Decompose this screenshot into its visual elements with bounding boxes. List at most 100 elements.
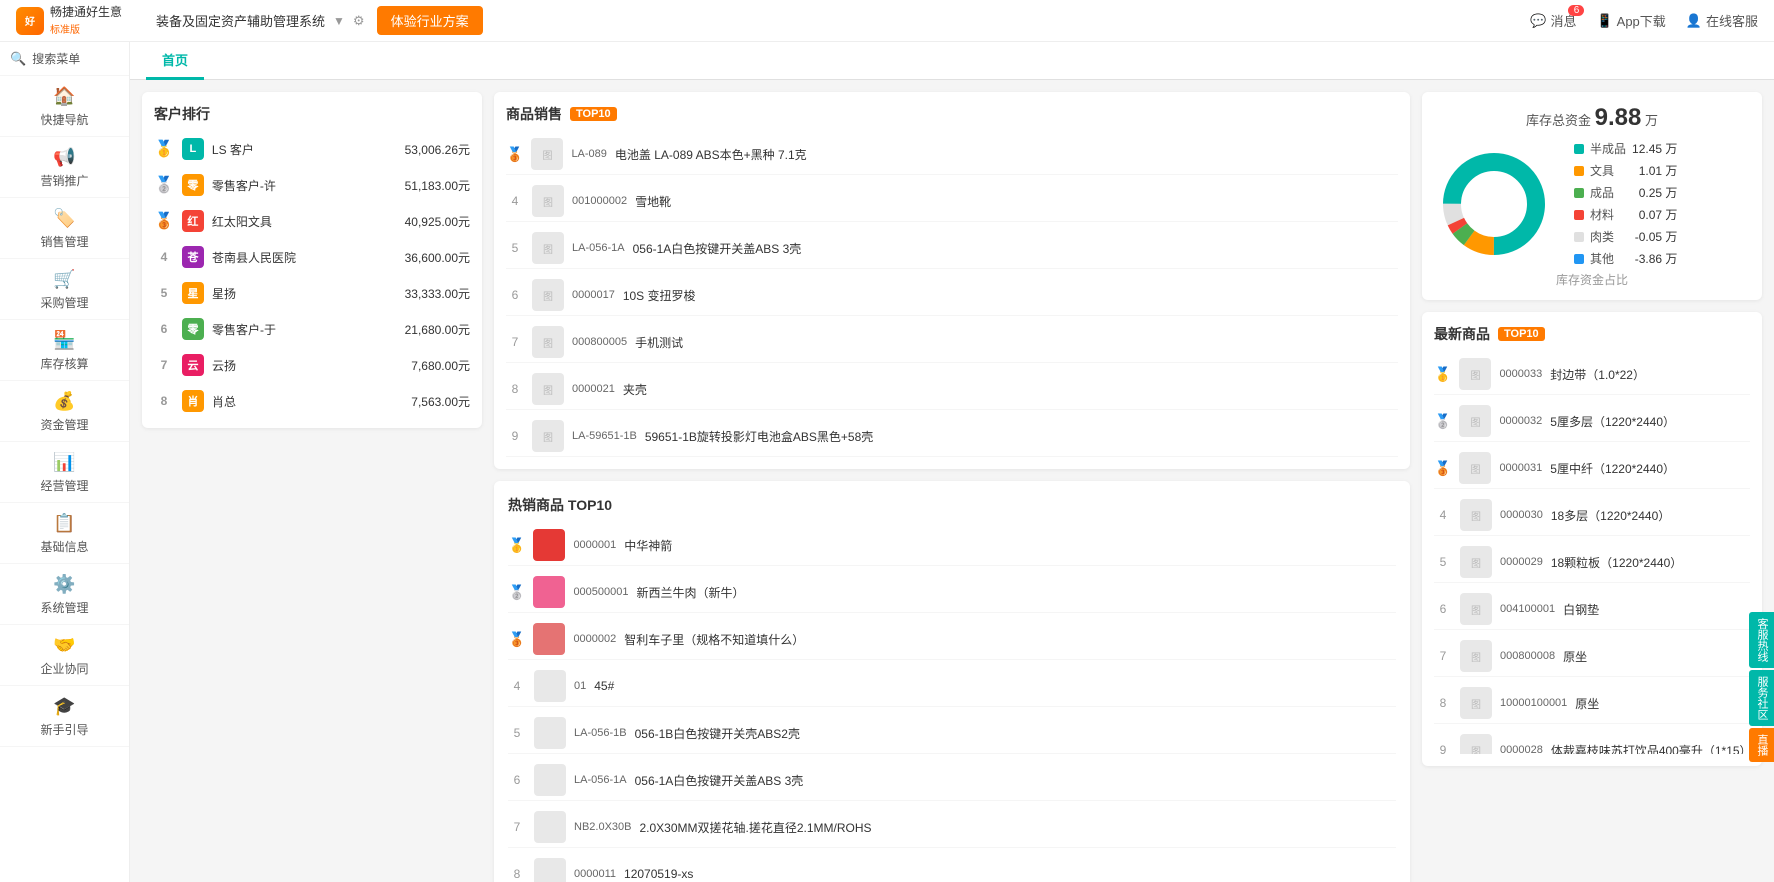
hot-product-item: 6 LA-056-1A 056-1A白色按键开关盖ABS 3壳 — [508, 760, 1396, 801]
sidebar-item-operations[interactable]: 📊 经营管理 — [0, 442, 129, 503]
sidebar-item-collab[interactable]: 🤝 企业协同 — [0, 625, 129, 686]
product-name: 18多层（1220*2440） — [1551, 507, 1750, 524]
customer-rank-item: 5 星 星扬 33,333.00元 — [154, 278, 470, 308]
product-thumb: 图 — [532, 326, 564, 358]
customer-rank-item: 8 肖 肖总 7,563.00元 — [154, 386, 470, 416]
legend-item: 材料 0.07 万 — [1574, 206, 1677, 223]
product-name: 白钢垫 — [1563, 601, 1750, 618]
service-label: 在线客服 — [1706, 11, 1758, 30]
hot-product-item: 4 01 45# — [508, 666, 1396, 707]
system-select[interactable]: 装备及固定资产辅助管理系统 ▼ — [156, 11, 345, 30]
product-thumb: 图 — [1460, 499, 1492, 531]
customer-avatar: 零 — [182, 174, 204, 196]
right-column: 库存总资金 9.88 万 — [1422, 92, 1762, 870]
sidebar-label-0: 快捷导航 — [40, 111, 88, 128]
top-sold-item: 8 图 0000021 夹壳 — [506, 369, 1398, 410]
legend-dot — [1574, 210, 1584, 220]
top-sold-item: 7 图 000800005 手机测试 — [506, 322, 1398, 363]
inventory-card: 库存总资金 9.88 万 — [1422, 92, 1762, 300]
product-thumb: 图 — [1460, 687, 1492, 719]
online-service-nav[interactable]: 👤 在线客服 — [1686, 11, 1758, 30]
sidebar-item-basic-info[interactable]: 📋 基础信息 — [0, 503, 129, 564]
system-dropdown-arrow[interactable]: ▼ — [333, 14, 345, 28]
product-thumb — [534, 811, 566, 843]
logo-area: 好 畅捷通好生意 标准版 — [16, 5, 146, 36]
product-code: LA-089 — [571, 148, 606, 160]
product-code: 01 — [574, 680, 586, 692]
product-name: 12070519-xs — [624, 867, 1396, 881]
sidebar-item-guide[interactable]: 🎓 新手引导 — [0, 686, 129, 747]
product-name: 新西兰牛肉（新牛） — [637, 584, 1397, 601]
product-thumb: 图 — [532, 420, 564, 452]
sidebar-label-2: 销售管理 — [40, 233, 88, 250]
float-btn-live[interactable]: 直播 — [1749, 728, 1774, 762]
sidebar-item-inventory[interactable]: 🏪 库存核算 — [0, 320, 129, 381]
product-thumb — [533, 623, 565, 655]
legend-value: 0.25 万 — [1639, 184, 1678, 201]
legend-name: 材料 — [1590, 206, 1633, 223]
message-nav[interactable]: 💬 消息 6 — [1530, 11, 1576, 30]
inventory-icon: 🏪 — [53, 330, 75, 351]
sidebar-item-finance[interactable]: 💰 资金管理 — [0, 381, 129, 442]
sidebar-label-9: 企业协同 — [40, 660, 88, 677]
logo-subtitle: 标准版 — [50, 21, 122, 36]
tab-home[interactable]: 首页 — [146, 42, 204, 80]
legend-value: -3.86 万 — [1635, 250, 1678, 267]
sidebar-label-3: 采购管理 — [40, 294, 88, 311]
customer-avatar: 云 — [182, 354, 204, 376]
main-layout: 🔍 搜索菜单 🏠 快捷导航 📢 营销推广 🏷️ 销售管理 🛒 采购管理 🏪 库存… — [0, 42, 1774, 882]
sidebar-label-10: 新手引导 — [40, 721, 88, 738]
legend-name: 文具 — [1590, 162, 1633, 179]
sidebar-item-purchase[interactable]: 🛒 采购管理 — [0, 259, 129, 320]
guide-icon: 🎓 — [53, 696, 75, 717]
sidebar-item-sales[interactable]: 🏷️ 销售管理 — [0, 198, 129, 259]
legend-item: 文具 1.01 万 — [1574, 162, 1677, 179]
product-code: NB2.0X30B — [574, 821, 631, 833]
product-name: 原坐 — [1563, 648, 1750, 665]
product-thumb: 图 — [532, 373, 564, 405]
product-thumb — [533, 529, 565, 561]
product-name: 056-1A白色按键开关盖ABS 3壳 — [633, 240, 1398, 257]
customer-rank-item: 🥈 零 零售客户-许 51,183.00元 — [154, 170, 470, 200]
sidebar-item-marketing[interactable]: 📢 营销推广 — [0, 137, 129, 198]
logo-icon: 好 — [16, 7, 44, 35]
top-sold-item: 4 图 001000002 雪地靴 — [506, 181, 1398, 222]
message-badge: 6 — [1568, 5, 1584, 16]
legend-value: 0.07 万 — [1639, 206, 1678, 223]
product-code: LA-056-1A — [572, 242, 625, 254]
product-code: 0000029 — [1500, 556, 1543, 568]
product-thumb: 图 — [1459, 405, 1491, 437]
customer-rank-item: 6 零 零售客户-于 21,680.00元 — [154, 314, 470, 344]
new-product-item: 8 图 10000100001 原坐 — [1434, 683, 1750, 724]
app-download-nav[interactable]: 📱 App下载 — [1596, 11, 1665, 30]
product-name: 智利车子里（规格不知道填什么） — [624, 631, 1396, 648]
new-product-item: 9 图 0000028 体裁嘉枝味苏打饮品400毫升（1*15） — [1434, 730, 1750, 754]
float-btn-service[interactable]: 客服热线 — [1749, 612, 1774, 668]
product-name: 原坐 — [1575, 695, 1750, 712]
product-code: 0000033 — [1499, 368, 1542, 380]
sidebar-item-system[interactable]: ⚙️ 系统管理 — [0, 564, 129, 625]
customer-rank-item: 🥇 L LS 客户 53,006.26元 — [154, 134, 470, 164]
product-name: 手机测试 — [635, 334, 1398, 351]
product-code: 0000001 — [573, 539, 616, 551]
sidebar-item-quick-nav[interactable]: 🏠 快捷导航 — [0, 76, 129, 137]
float-btn-community[interactable]: 服务社区 — [1749, 670, 1774, 726]
customer-avatar: 红 — [182, 210, 204, 232]
legend-item: 成品 0.25 万 — [1574, 184, 1677, 201]
stock-total-value: 9.88 — [1595, 104, 1642, 131]
home-icon: 🏠 — [53, 86, 75, 107]
customer-value: 51,183.00元 — [405, 177, 470, 194]
marketing-icon: 📢 — [53, 147, 75, 168]
product-thumb: 图 — [532, 185, 564, 217]
sidebar-search[interactable]: 🔍 搜索菜单 — [0, 42, 129, 76]
legend-item: 其他 -3.86 万 — [1574, 250, 1677, 267]
legend-value: 1.01 万 — [1639, 162, 1678, 179]
try-btn[interactable]: 体验行业方案 — [377, 6, 483, 35]
finance-icon: 💰 — [53, 391, 75, 412]
legend-dot — [1574, 254, 1584, 264]
product-name: 中华神箭 — [624, 537, 1396, 554]
product-code: LA-056-1A — [574, 774, 627, 786]
settings-icon[interactable]: ⚙ — [353, 13, 365, 29]
product-thumb: 图 — [532, 232, 564, 264]
top-sold-products-card: 商品销售 TOP10 🥉 图 LA-089 电池盖 LA-089 ABS本色+黑… — [494, 92, 1410, 469]
